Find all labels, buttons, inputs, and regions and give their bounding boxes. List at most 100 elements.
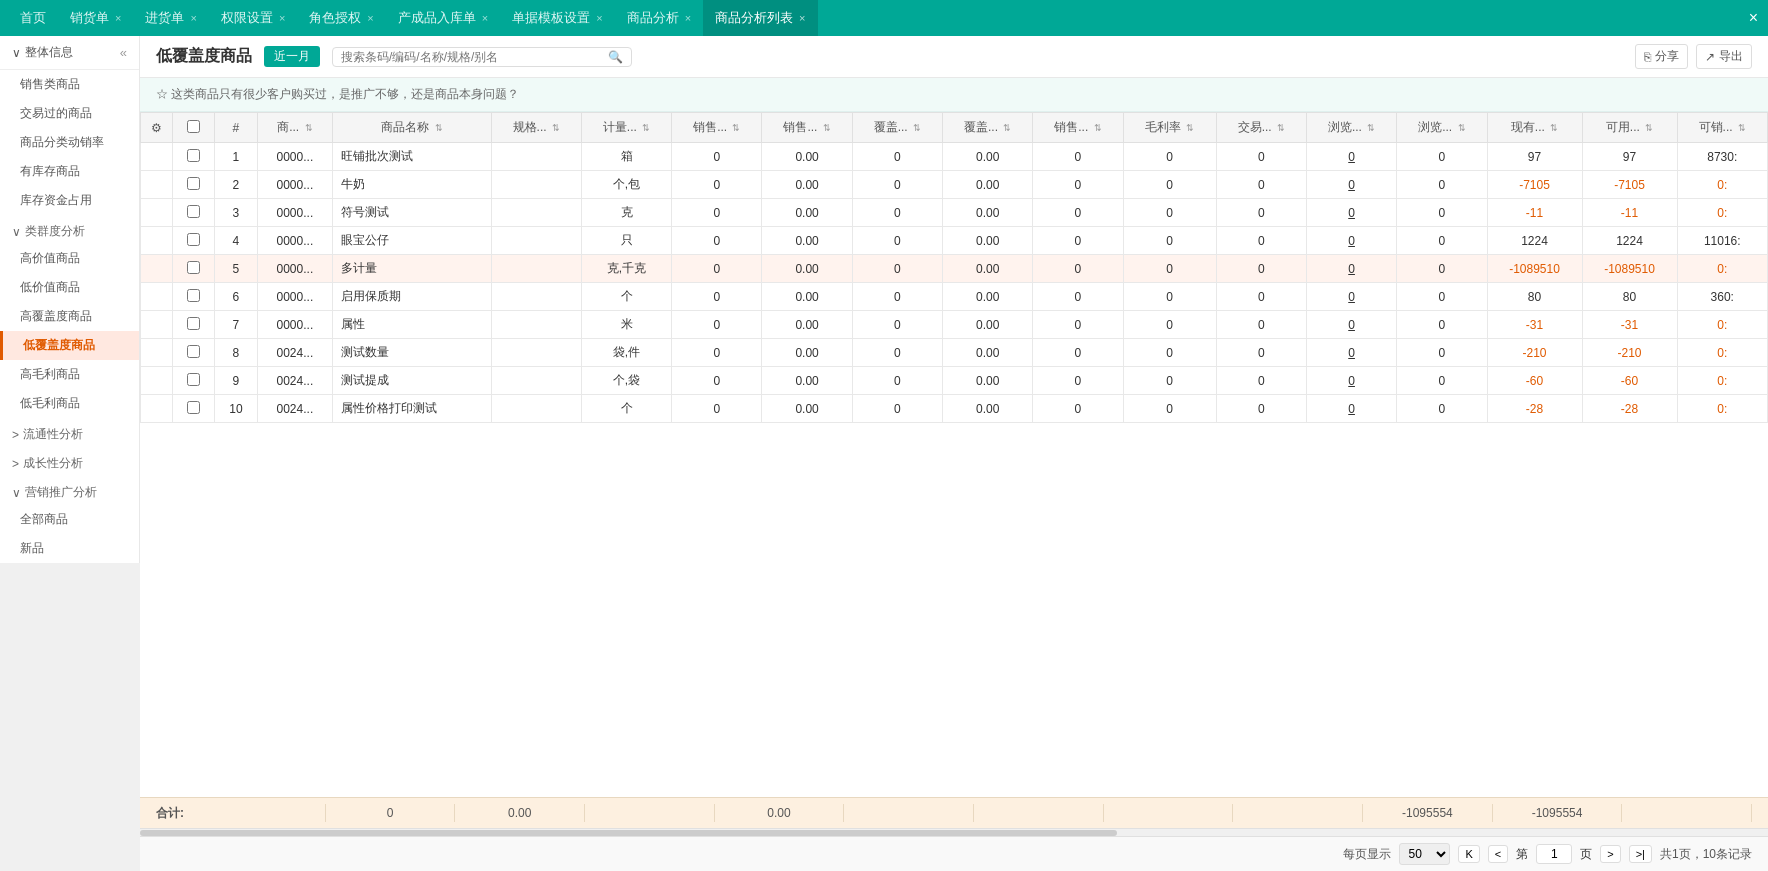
export-button[interactable]: ↗ 导出: [1696, 44, 1752, 69]
th-gross-rate[interactable]: 毛利率 ⇅: [1123, 113, 1216, 143]
row-select-checkbox[interactable]: [187, 345, 200, 358]
row-browse-count[interactable]: 0: [1306, 283, 1396, 311]
page-size-select[interactable]: 50 100 200: [1399, 843, 1450, 865]
sidebar-item-new-products[interactable]: 新品: [0, 534, 139, 563]
sidebar-group-overall[interactable]: ∨ 整体信息: [12, 44, 73, 61]
row-select-checkbox[interactable]: [187, 177, 200, 190]
sidebar-item-stock-capital[interactable]: 库存资金占用: [0, 186, 139, 215]
close-all-button[interactable]: ×: [1749, 9, 1758, 27]
row-select-checkbox[interactable]: [187, 317, 200, 330]
sidebar-item-high-coverage[interactable]: 高覆盖度商品: [0, 302, 139, 331]
th-browse-count[interactable]: 浏览... ⇅: [1306, 113, 1396, 143]
nav-tab-purchase[interactable]: 进货单 ×: [133, 0, 208, 36]
nav-tab-home[interactable]: 首页: [8, 0, 58, 36]
row-checkbox[interactable]: [173, 395, 215, 423]
row-settings[interactable]: [141, 199, 173, 227]
th-code[interactable]: 商... ⇅: [257, 113, 332, 143]
th-cover-count[interactable]: 覆盖... ⇅: [852, 113, 942, 143]
th-settings[interactable]: ⚙: [141, 113, 173, 143]
close-tab-template[interactable]: ×: [596, 12, 602, 24]
sidebar-item-low-coverage[interactable]: 低覆盖度商品: [0, 331, 139, 360]
row-settings[interactable]: [141, 339, 173, 367]
horizontal-scrollbar[interactable]: [140, 828, 1768, 836]
row-select-checkbox[interactable]: [187, 289, 200, 302]
close-tab-purchase[interactable]: ×: [190, 12, 196, 24]
period-button[interactable]: 近一月: [264, 46, 320, 67]
row-settings[interactable]: [141, 255, 173, 283]
th-sales-count[interactable]: 销售... ⇅: [1033, 113, 1123, 143]
sidebar-collapse-icon[interactable]: «: [120, 45, 127, 60]
row-settings[interactable]: [141, 143, 173, 171]
sidebar-item-sales-products[interactable]: 销售类商品: [0, 70, 139, 99]
th-browse-rate[interactable]: 浏览... ⇅: [1397, 113, 1487, 143]
nav-tab-analysis-list[interactable]: 商品分析列表 ×: [703, 0, 817, 36]
th-available[interactable]: 可用... ⇅: [1582, 113, 1677, 143]
sidebar-item-low-margin[interactable]: 低毛利商品: [0, 389, 139, 418]
select-all-checkbox[interactable]: [187, 120, 200, 133]
row-browse-count[interactable]: 0: [1306, 227, 1396, 255]
nav-tab-production[interactable]: 产成品入库单 ×: [386, 0, 500, 36]
th-name[interactable]: 商品名称 ⇅: [333, 113, 492, 143]
row-checkbox[interactable]: [173, 255, 215, 283]
th-sellable[interactable]: 可销... ⇅: [1677, 113, 1767, 143]
close-tab-roles[interactable]: ×: [367, 12, 373, 24]
row-browse-count[interactable]: 0: [1306, 255, 1396, 283]
sidebar-item-all-products[interactable]: 全部商品: [0, 505, 139, 534]
sidebar-group-growth[interactable]: > 成长性分析: [0, 447, 139, 476]
nav-tab-sales[interactable]: 销货单 ×: [58, 0, 133, 36]
row-browse-count[interactable]: 0: [1306, 199, 1396, 227]
search-input[interactable]: [341, 50, 608, 64]
sidebar-item-high-value[interactable]: 高价值商品: [0, 244, 139, 273]
sidebar-item-traded-products[interactable]: 交易过的商品: [0, 99, 139, 128]
row-select-checkbox[interactable]: [187, 261, 200, 274]
last-page-button[interactable]: >|: [1629, 845, 1652, 863]
row-browse-count[interactable]: 0: [1306, 143, 1396, 171]
row-checkbox[interactable]: [173, 171, 215, 199]
th-cover-rate[interactable]: 覆盖... ⇅: [943, 113, 1033, 143]
nav-tab-permissions[interactable]: 权限设置 ×: [209, 0, 297, 36]
row-settings[interactable]: [141, 367, 173, 395]
sidebar-group-circulation[interactable]: > 流通性分析: [0, 418, 139, 447]
row-select-checkbox[interactable]: [187, 233, 200, 246]
th-current-stock[interactable]: 现有... ⇅: [1487, 113, 1582, 143]
row-browse-count[interactable]: 0: [1306, 367, 1396, 395]
row-checkbox[interactable]: [173, 339, 215, 367]
th-spec[interactable]: 规格... ⇅: [491, 113, 581, 143]
next-page-button[interactable]: >: [1600, 845, 1620, 863]
th-num[interactable]: #: [215, 113, 258, 143]
row-settings[interactable]: [141, 227, 173, 255]
row-browse-count[interactable]: 0: [1306, 311, 1396, 339]
row-checkbox[interactable]: [173, 311, 215, 339]
row-select-checkbox[interactable]: [187, 205, 200, 218]
page-number-input[interactable]: [1536, 844, 1572, 864]
row-browse-count[interactable]: 0: [1306, 339, 1396, 367]
row-select-checkbox[interactable]: [187, 373, 200, 386]
row-browse-count[interactable]: 0: [1306, 395, 1396, 423]
search-icon[interactable]: 🔍: [608, 50, 623, 64]
prev-page-button[interactable]: <: [1488, 845, 1508, 863]
close-tab-analysis[interactable]: ×: [685, 12, 691, 24]
row-select-checkbox[interactable]: [187, 149, 200, 162]
row-checkbox[interactable]: [173, 143, 215, 171]
th-sales-amt[interactable]: 销售... ⇅: [762, 113, 852, 143]
sidebar-item-category-rate[interactable]: 商品分类动销率: [0, 128, 139, 157]
sidebar-group-category[interactable]: ∨ 类群度分析: [0, 215, 139, 244]
row-checkbox[interactable]: [173, 199, 215, 227]
row-settings[interactable]: [141, 395, 173, 423]
row-settings[interactable]: [141, 311, 173, 339]
row-checkbox[interactable]: [173, 227, 215, 255]
share-button[interactable]: ⎘ 分享: [1635, 44, 1688, 69]
sidebar-item-stocked-products[interactable]: 有库存商品: [0, 157, 139, 186]
close-tab-sales[interactable]: ×: [115, 12, 121, 24]
nav-tab-analysis[interactable]: 商品分析 ×: [615, 0, 703, 36]
sidebar-item-low-value[interactable]: 低价值商品: [0, 273, 139, 302]
th-checkbox[interactable]: [173, 113, 215, 143]
row-checkbox[interactable]: [173, 367, 215, 395]
row-select-checkbox[interactable]: [187, 401, 200, 414]
row-settings[interactable]: [141, 171, 173, 199]
close-tab-permissions[interactable]: ×: [279, 12, 285, 24]
sidebar-item-high-margin[interactable]: 高毛利商品: [0, 360, 139, 389]
nav-tab-roles[interactable]: 角色授权 ×: [297, 0, 385, 36]
close-tab-production[interactable]: ×: [482, 12, 488, 24]
th-trade-count[interactable]: 交易... ⇅: [1216, 113, 1306, 143]
